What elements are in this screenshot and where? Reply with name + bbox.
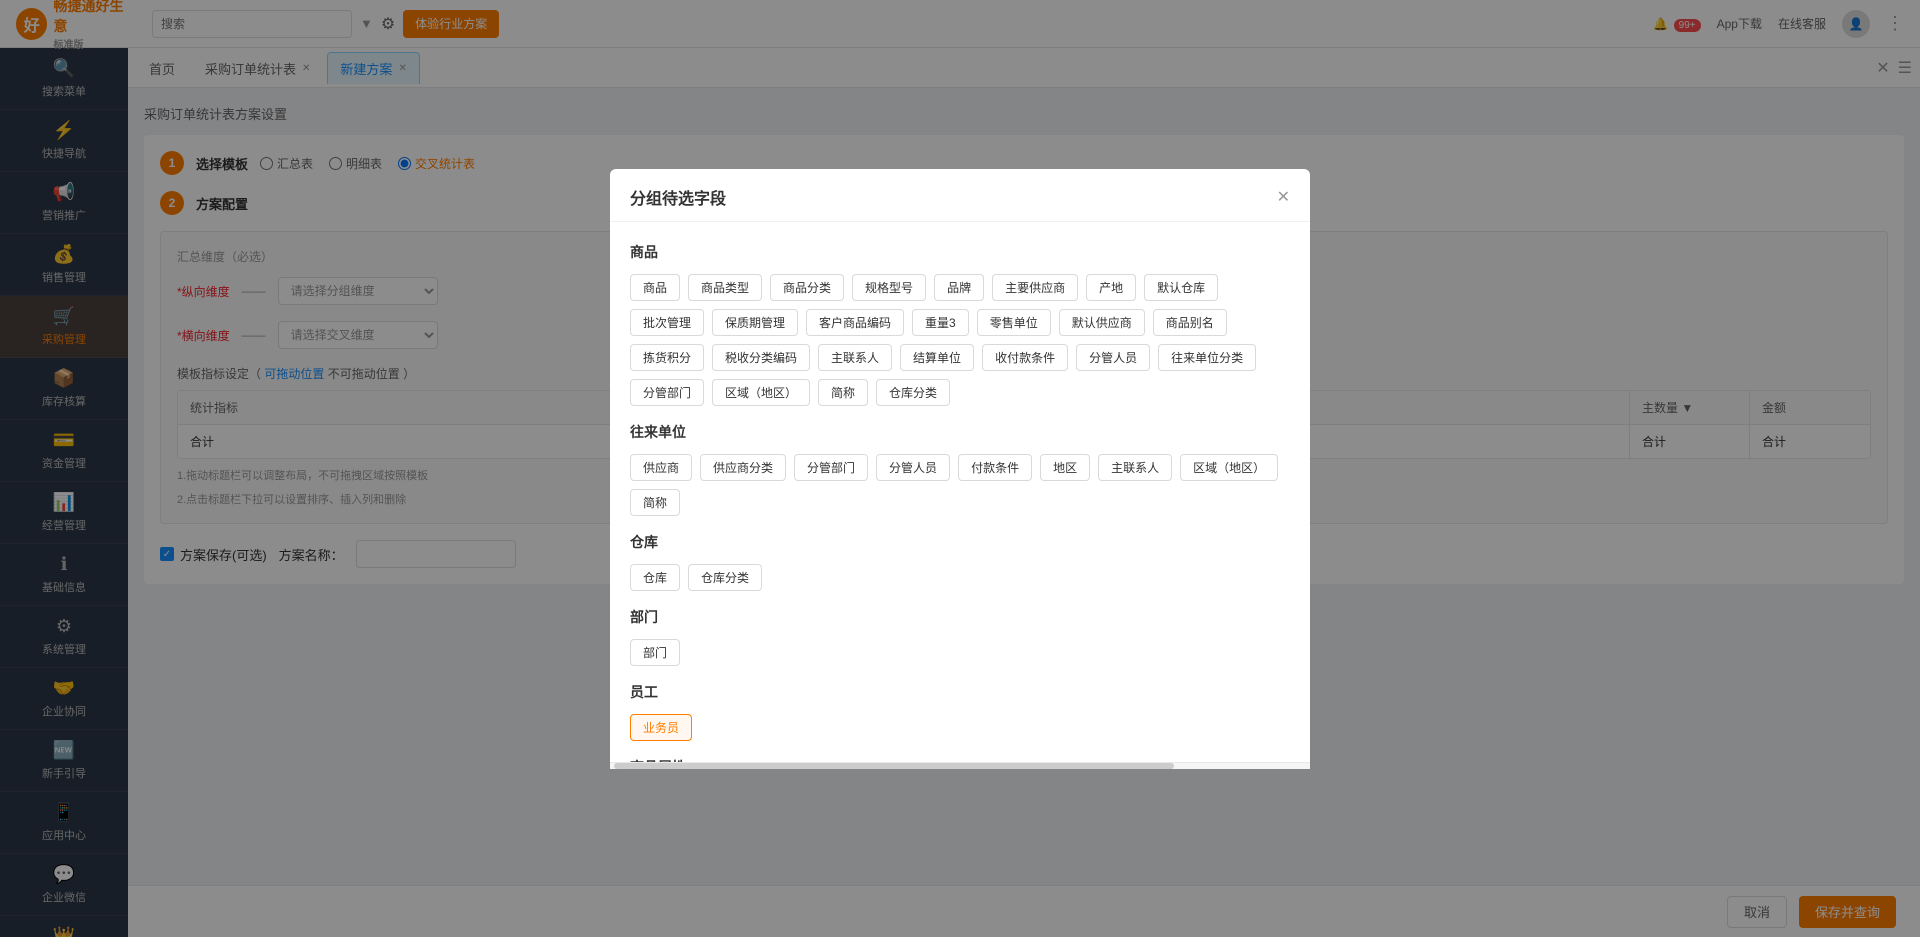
field-tag-0-4[interactable]: 品牌 [934,274,984,301]
field-tag-1-3[interactable]: 分管人员 [876,454,950,481]
field-tag-0-14[interactable]: 商品别名 [1153,309,1227,336]
modal-fields-grid-4: 业务员 [630,714,1290,741]
field-tag-0-17[interactable]: 主联系人 [818,344,892,371]
modal-header: 分组待选字段 ✕ [610,169,1310,222]
field-tag-0-18[interactable]: 结算单位 [900,344,974,371]
modal-scroll-bar [610,762,1310,769]
field-tag-1-0[interactable]: 供应商 [630,454,692,481]
field-tag-1-8[interactable]: 简称 [630,489,680,516]
modal-title: 分组待选字段 [630,185,726,209]
field-tag-0-22[interactable]: 分管部门 [630,379,704,406]
field-tag-0-23[interactable]: 区域（地区） [712,379,810,406]
field-tag-0-0[interactable]: 商品 [630,274,680,301]
field-tag-0-5[interactable]: 主要供应商 [992,274,1078,301]
field-tag-2-0[interactable]: 仓库 [630,564,680,591]
field-tag-4-0[interactable]: 业务员 [630,714,692,741]
modal-section-title-2: 仓库 [630,532,1290,552]
modal-close-icon[interactable]: ✕ [1277,187,1290,207]
field-tag-3-0[interactable]: 部门 [630,639,680,666]
field-tag-1-7[interactable]: 区域（地区） [1180,454,1278,481]
modal-fields-grid-0: 商品商品类型商品分类规格型号品牌主要供应商产地默认仓库批次管理保质期管理客户商品… [630,274,1290,406]
field-tag-0-7[interactable]: 默认仓库 [1144,274,1218,301]
field-tag-0-2[interactable]: 商品分类 [770,274,844,301]
field-tag-2-1[interactable]: 仓库分类 [688,564,762,591]
field-tag-0-10[interactable]: 客户商品编码 [806,309,904,336]
field-tag-0-12[interactable]: 零售单位 [977,309,1051,336]
modal-dialog: 分组待选字段 ✕ 商品商品商品类型商品分类规格型号品牌主要供应商产地默认仓库批次… [610,169,1310,769]
modal-fields-grid-3: 部门 [630,639,1290,666]
field-tag-0-8[interactable]: 批次管理 [630,309,704,336]
modal-section-title-1: 往来单位 [630,422,1290,442]
field-tag-0-3[interactable]: 规格型号 [852,274,926,301]
field-tag-0-16[interactable]: 税收分类编码 [712,344,810,371]
modal-body: 商品商品商品类型商品分类规格型号品牌主要供应商产地默认仓库批次管理保质期管理客户… [610,222,1310,762]
field-tag-0-13[interactable]: 默认供应商 [1059,309,1145,336]
field-tag-0-19[interactable]: 收付款条件 [982,344,1068,371]
field-tag-0-6[interactable]: 产地 [1086,274,1136,301]
field-tag-0-21[interactable]: 往来单位分类 [1158,344,1256,371]
field-tag-0-24[interactable]: 简称 [818,379,868,406]
field-tag-1-2[interactable]: 分管部门 [794,454,868,481]
modal-section-title-3: 部门 [630,607,1290,627]
field-tag-0-1[interactable]: 商品类型 [688,274,762,301]
field-tag-0-20[interactable]: 分管人员 [1076,344,1150,371]
field-tag-0-9[interactable]: 保质期管理 [712,309,798,336]
modal-fields-grid-2: 仓库仓库分类 [630,564,1290,591]
modal-section-title-0: 商品 [630,242,1290,262]
field-tag-0-25[interactable]: 仓库分类 [876,379,950,406]
modal-overlay[interactable]: 分组待选字段 ✕ 商品商品商品类型商品分类规格型号品牌主要供应商产地默认仓库批次… [0,0,1920,937]
modal-section-title-4: 员工 [630,682,1290,702]
field-tag-0-11[interactable]: 重量3 [912,309,969,336]
field-tag-1-4[interactable]: 付款条件 [958,454,1032,481]
field-tag-1-6[interactable]: 主联系人 [1098,454,1172,481]
modal-scroll-thumb [614,763,1174,769]
field-tag-1-5[interactable]: 地区 [1040,454,1090,481]
field-tag-0-15[interactable]: 拣货积分 [630,344,704,371]
field-tag-1-1[interactable]: 供应商分类 [700,454,786,481]
modal-fields-grid-1: 供应商供应商分类分管部门分管人员付款条件地区主联系人区域（地区） 简称 [630,454,1290,516]
